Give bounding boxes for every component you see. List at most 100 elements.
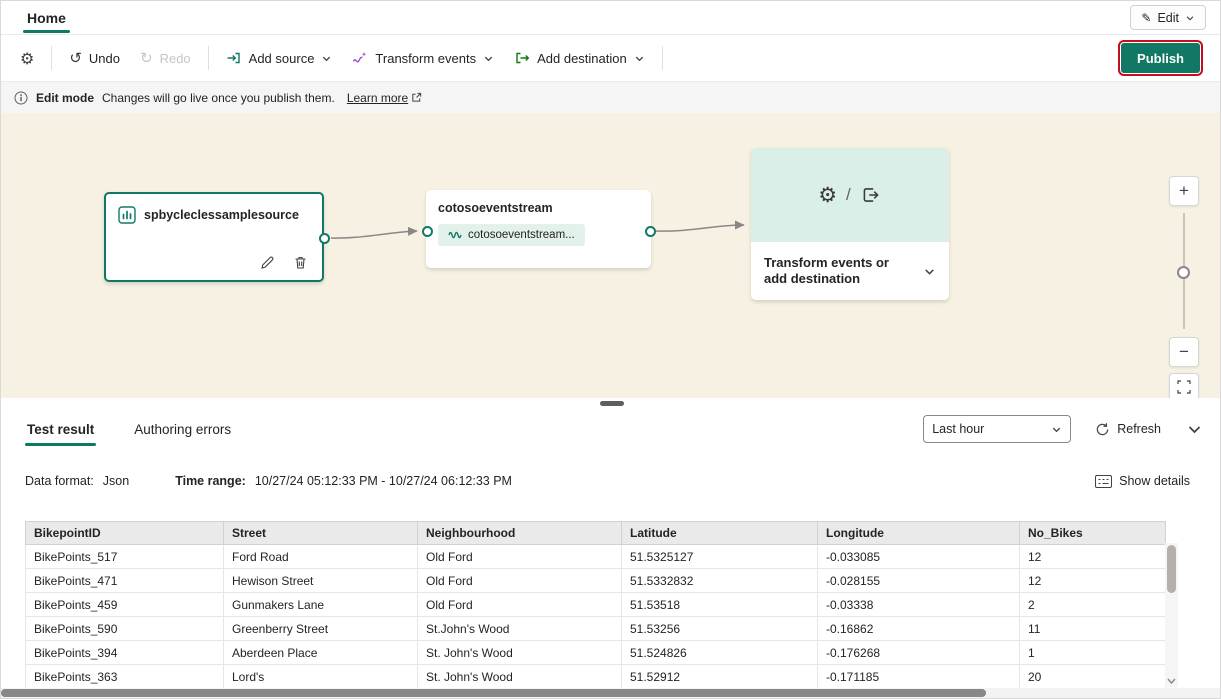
transform-events-button[interactable]: Transform events (343, 43, 503, 73)
table-cell: BikePoints_394 (26, 641, 224, 665)
result-table-body: BikePoints_517Ford RoadOld Ford51.532512… (26, 545, 1166, 689)
external-link-icon (411, 92, 422, 103)
source-node[interactable]: spbycleclessamplesource (104, 192, 324, 282)
delete-source-button[interactable] (291, 253, 310, 272)
stream-badge-label: cotosoeventstream... (468, 229, 575, 241)
chevron-down-icon (1187, 422, 1202, 437)
placeholder-title: Transform events or add destination (764, 255, 914, 288)
publish-label: Publish (1137, 51, 1184, 66)
publish-button[interactable]: Publish (1121, 43, 1200, 73)
table-cell: Old Ford (418, 545, 622, 569)
undo-icon: ↺ (69, 49, 82, 67)
placeholder-separator: / (846, 185, 851, 205)
vertical-scrollbar-thumb[interactable] (1167, 545, 1176, 593)
test-result-table: BikepointIDStreetNeighbourhoodLatitudeLo… (25, 521, 1166, 689)
redo-icon: ↻ (140, 49, 153, 67)
table-cell: 51.524826 (622, 641, 818, 665)
table-cell: Old Ford (418, 593, 622, 617)
toolbar-divider (208, 46, 209, 70)
column-header: Neighbourhood (418, 522, 622, 545)
stream-input-port[interactable] (422, 226, 433, 237)
table-cell: 51.5332832 (622, 569, 818, 593)
add-destination-label: Add destination (537, 51, 627, 66)
time-range-selected-value: Last hour (932, 422, 984, 436)
top-bar: Home ✎ Edit (1, 1, 1220, 34)
time-range-select[interactable]: Last hour (923, 415, 1071, 443)
table-cell: -0.028155 (818, 569, 1020, 593)
learn-more-link[interactable]: Learn more (347, 91, 422, 105)
details-table-icon (1095, 475, 1112, 488)
trash-icon (293, 255, 308, 270)
table-cell: Ford Road (224, 545, 418, 569)
add-source-label: Add source (249, 51, 315, 66)
table-cell: BikePoints_517 (26, 545, 224, 569)
table-cell: -0.03338 (818, 593, 1020, 617)
edit-mode-button[interactable]: ✎ Edit (1130, 5, 1206, 30)
refresh-icon (1095, 422, 1110, 437)
scroll-down-arrow[interactable] (1167, 677, 1176, 685)
edit-source-button[interactable] (258, 253, 277, 272)
table-cell: Aberdeen Place (224, 641, 418, 665)
test-result-table-container: BikepointIDStreetNeighbourhoodLatitudeLo… (25, 521, 1178, 689)
panel-tabs-row: Test result Authoring errors Last hour R… (1, 410, 1220, 448)
chevron-down-icon (1051, 424, 1062, 435)
chevron-down-icon[interactable] (923, 265, 936, 278)
table-cell: 12 (1020, 569, 1166, 593)
splitter-drag-handle[interactable] (600, 401, 624, 406)
settings-button[interactable]: ⚙ (11, 42, 43, 75)
add-source-button[interactable]: Add source (217, 43, 342, 73)
tab-home[interactable]: Home (25, 3, 68, 33)
add-destination-button[interactable]: Add destination (505, 43, 654, 73)
chevron-down-icon (634, 53, 645, 64)
table-cell: Lord's (224, 665, 418, 689)
fit-to-screen-button[interactable] (1169, 373, 1199, 401)
table-cell: 20 (1020, 665, 1166, 689)
minus-icon: − (1179, 342, 1189, 362)
table-cell: 51.52912 (622, 665, 818, 689)
column-header: No_Bikes (1020, 522, 1166, 545)
table-cell: 2 (1020, 593, 1166, 617)
chevron-down-icon (321, 53, 332, 64)
pencil-icon (260, 255, 275, 270)
table-cell: St.John's Wood (418, 617, 622, 641)
chevron-down-icon (483, 53, 494, 64)
banner-message: Changes will go live once you publish th… (102, 91, 335, 105)
table-cell: -0.176268 (818, 641, 1020, 665)
table-vertical-scrollbar[interactable] (1165, 543, 1178, 687)
tab-home-label: Home (27, 10, 66, 26)
eventstream-node[interactable]: cotosoeventstream cotosoeventstream... (426, 190, 651, 268)
transform-events-icon (352, 50, 368, 66)
toolbar-divider (662, 46, 663, 70)
transform-destination-placeholder[interactable]: ⚙ / Transform events or add destination (751, 148, 949, 300)
horizontal-scrollbar[interactable] (1, 688, 1220, 698)
gear-icon: ⚙ (20, 49, 34, 68)
eventstream-canvas[interactable]: spbycleclessamplesource cotosoeventstrea… (1, 113, 1220, 398)
table-cell: 51.53518 (622, 593, 818, 617)
source-output-port[interactable] (319, 233, 330, 244)
zoom-out-button[interactable]: − (1169, 337, 1199, 367)
source-node-title: spbycleclessamplesource (144, 208, 299, 222)
tab-authoring-errors-label: Authoring errors (134, 422, 231, 437)
zoom-in-button[interactable]: + (1169, 176, 1199, 206)
collapse-panel-button[interactable] (1185, 420, 1204, 439)
tab-test-result[interactable]: Test result (25, 413, 96, 446)
result-meta-row: Data format: Json Time range: 10/27/24 0… (1, 464, 1220, 498)
undo-button[interactable]: ↺ Undo (60, 42, 129, 74)
placeholder-icon-area: ⚙ / (751, 148, 949, 242)
stream-output-port[interactable] (645, 226, 656, 237)
banner-title: Edit mode (36, 91, 94, 105)
zoom-slider-handle[interactable] (1177, 266, 1190, 279)
horizontal-scrollbar-thumb[interactable] (1, 689, 986, 697)
destination-export-icon (860, 184, 882, 206)
show-details-label: Show details (1119, 474, 1190, 488)
table-cell: 51.53256 (622, 617, 818, 641)
stream-badge[interactable]: cotosoeventstream... (438, 224, 585, 246)
refresh-button[interactable]: Refresh (1089, 421, 1167, 438)
eventstream-node-title: cotosoeventstream (438, 201, 639, 215)
redo-button[interactable]: ↻ Redo (131, 42, 200, 74)
table-cell: -0.171185 (818, 665, 1020, 689)
tab-authoring-errors[interactable]: Authoring errors (132, 413, 233, 446)
table-row: BikePoints_590Greenberry StreetSt.John's… (26, 617, 1166, 641)
show-details-button[interactable]: Show details (1089, 473, 1196, 489)
add-source-icon (226, 50, 242, 66)
